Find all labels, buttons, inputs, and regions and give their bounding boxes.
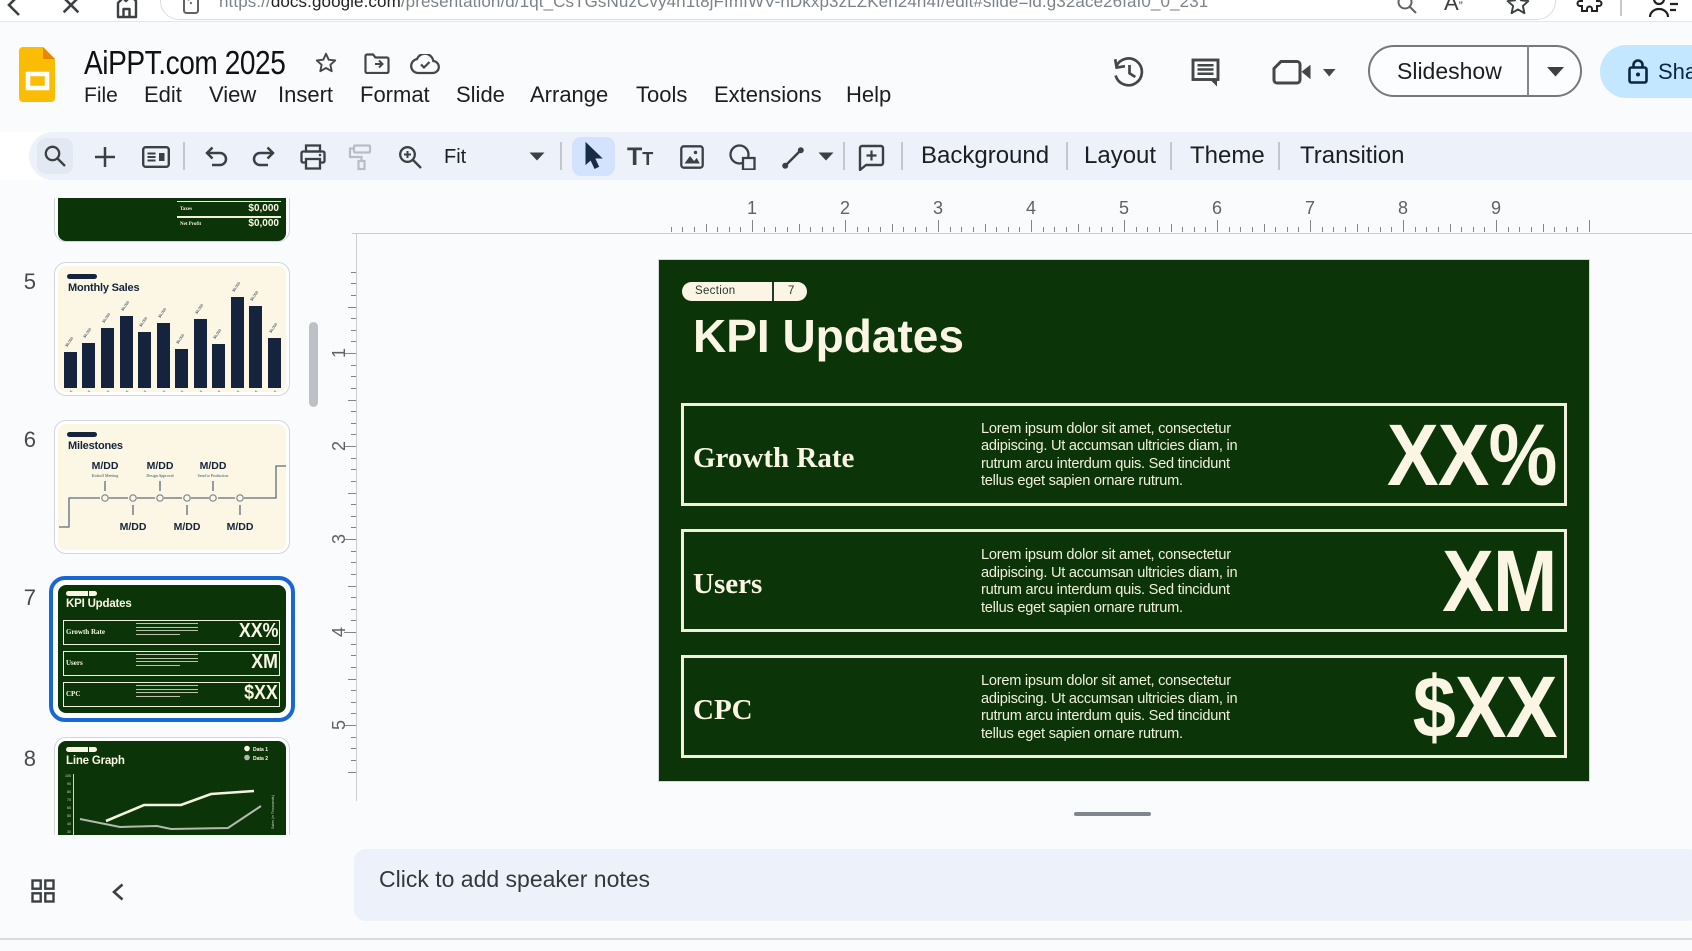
svg-text:M/DD: M/DD <box>174 521 201 533</box>
svg-text:80: 80 <box>67 790 71 794</box>
svg-text:M/DD: M/DD <box>227 521 254 533</box>
svg-text:70: 70 <box>67 798 71 802</box>
svg-text:M/DD: M/DD <box>92 460 119 472</box>
svg-text:M/DD: M/DD <box>120 521 147 533</box>
svg-text:Kickoff Meeting: Kickoff Meeting <box>92 473 119 478</box>
svg-text:Send to Production: Send to Production <box>198 473 229 478</box>
svg-text:40: 40 <box>67 822 71 826</box>
svg-text:Design Approval: Design Approval <box>146 473 174 478</box>
svg-text:90: 90 <box>67 782 71 786</box>
svg-text:30: 30 <box>67 830 71 834</box>
svg-text:100: 100 <box>65 774 71 778</box>
svg-text:60: 60 <box>67 806 71 810</box>
svg-text:50: 50 <box>67 814 71 818</box>
svg-text:M/DD: M/DD <box>200 460 227 472</box>
svg-text:Sales (in Thousands): Sales (in Thousands) <box>271 795 275 829</box>
svg-text:M/DD: M/DD <box>147 460 174 472</box>
svg-text:Data 1: Data 1 <box>253 747 268 753</box>
svg-text:Data 2: Data 2 <box>253 756 268 762</box>
